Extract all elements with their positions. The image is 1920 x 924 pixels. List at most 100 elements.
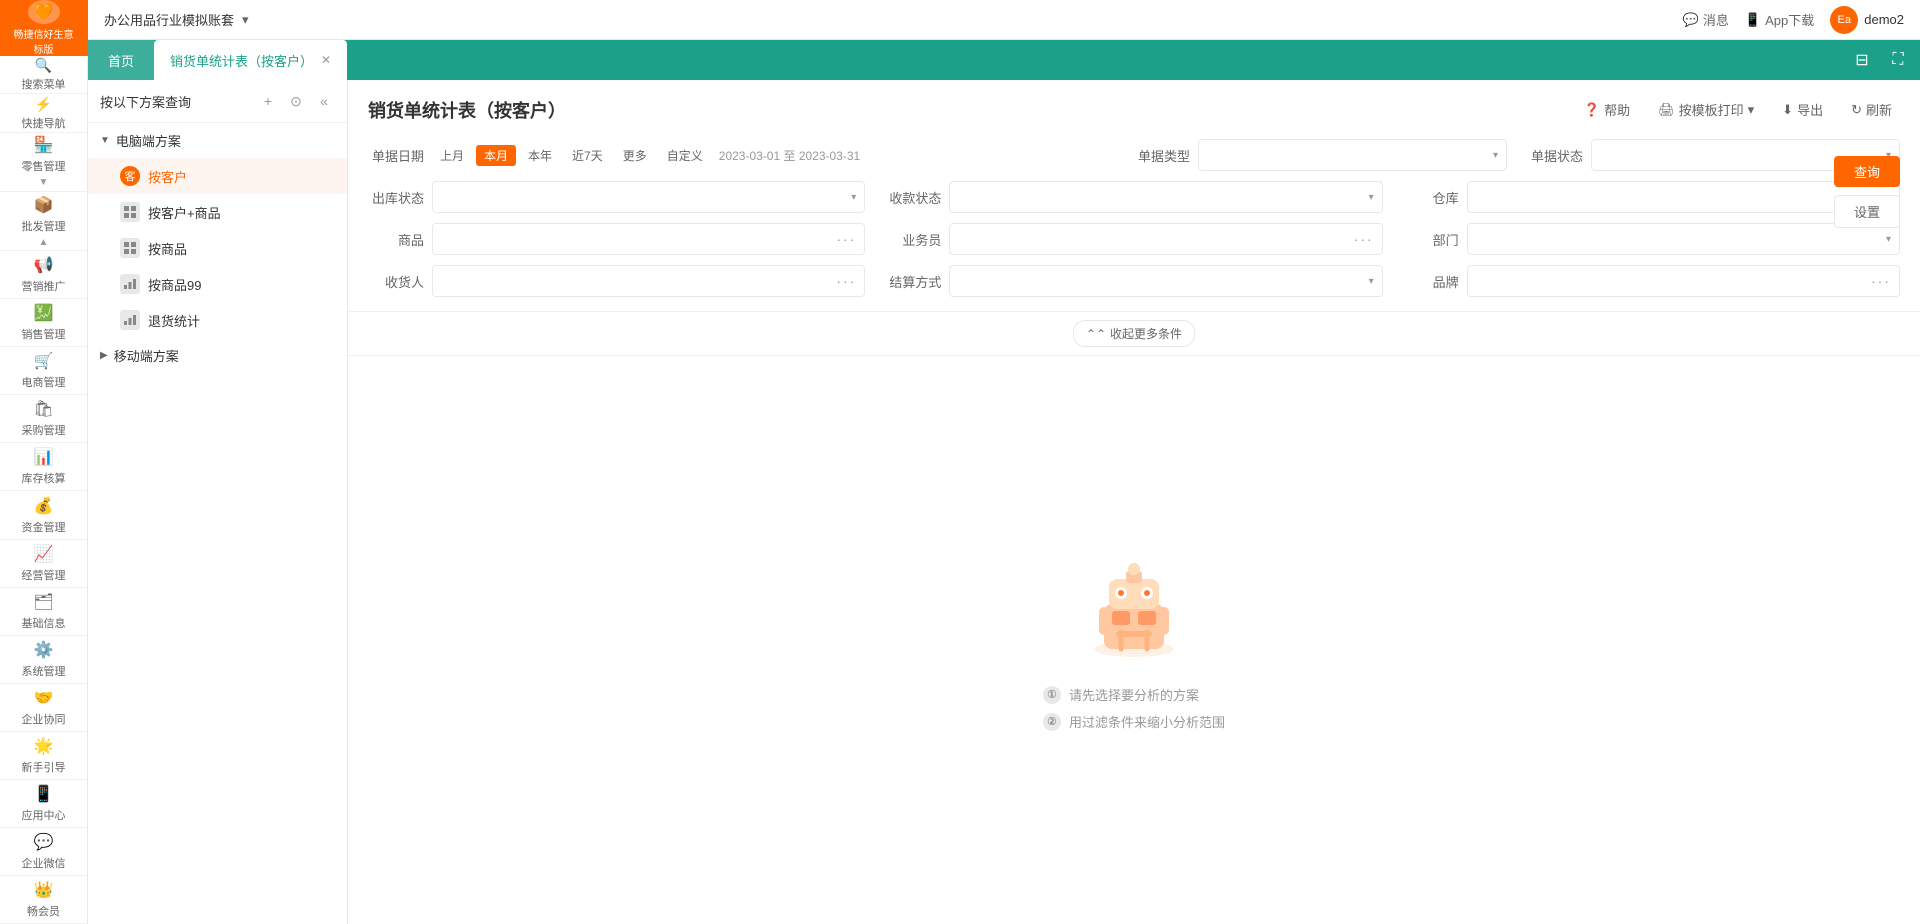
wechat-label: 企业微信 [22, 855, 66, 871]
sidebar-item-member[interactable]: 👑 畅会员 [0, 876, 88, 924]
goods-control[interactable]: ··· [432, 223, 865, 255]
refresh-label: 刷新 [1866, 100, 1892, 119]
scheme-group-pc-header[interactable]: ▼ 电脑端方案 [88, 123, 347, 158]
ecommerce-label: 电商管理 [22, 374, 66, 390]
export-icon: ⬇ [1782, 102, 1793, 118]
sidebar-item-base[interactable]: 🗂 基础信息 [0, 588, 88, 636]
wholesale-label: 批发管理 [22, 218, 66, 234]
salesperson-label: 业务员 [885, 230, 941, 249]
wholesale-icon: 📦 [34, 195, 54, 215]
tab-maximize-button[interactable]: ⛶ [1884, 46, 1912, 74]
app-logo[interactable]: 🧡 畅捷信好生意 标版 [0, 0, 88, 56]
sidebar-item-operations[interactable]: 📈 经营管理 [0, 540, 88, 588]
collapse-scheme-button[interactable]: « [313, 90, 335, 112]
sidebar-quick-nav[interactable]: ⚡ 快捷导航 [0, 94, 88, 132]
content-area: 按以下方案查询 + ⊙ « ▼ 电脑端方案 [88, 80, 1920, 924]
scheme-item-by-customer-goods[interactable]: 按客户+商品 [88, 194, 347, 230]
query-button[interactable]: 查询 [1834, 156, 1900, 187]
sidebar-item-cooperation[interactable]: 🤝 企业协同 [0, 684, 88, 732]
tab-sales-stat[interactable]: 销货单统计表（按客户） ✕ [154, 40, 347, 80]
by-customer-label: 按客户 [148, 167, 187, 186]
add-scheme-button[interactable]: + [257, 90, 279, 112]
receipt-status-control[interactable]: ▾ [949, 181, 1382, 213]
brand-control[interactable]: ··· [1467, 265, 1900, 297]
purchase-label: 采购管理 [22, 422, 66, 438]
sidebar-item-inventory[interactable]: 📊 库存核算 [0, 443, 88, 491]
brand-label: 品牌 [1403, 272, 1459, 291]
sidebar-search[interactable]: 🔍 搜索菜单 [0, 56, 88, 94]
sidebar-item-wechat[interactable]: 💬 企业微信 [0, 828, 88, 876]
sidebar-item-ecommerce[interactable]: 🛒 电商管理 [0, 347, 88, 395]
scheme-panel-actions: + ⊙ « [257, 90, 335, 112]
add-icon: + [264, 93, 272, 109]
sidebar-item-retail[interactable]: 🏪 零售管理 ▼ [0, 133, 88, 192]
date-tab-last-month[interactable]: 上月 [432, 145, 472, 166]
export-button[interactable]: ⬇ 导出 [1774, 96, 1831, 123]
tab-close-icon[interactable]: ✕ [321, 53, 331, 67]
message-button[interactable]: 💬 消息 [1683, 10, 1729, 29]
help-icon: ❓ [1584, 102, 1600, 118]
date-tab-more[interactable]: 更多 [615, 145, 655, 166]
settings-scheme-button[interactable]: ⊙ [285, 90, 307, 112]
order-type-control[interactable]: ▾ [1198, 139, 1507, 171]
sidebar-item-sales[interactable]: 💹 销售管理 [0, 299, 88, 347]
by-goods99-label: 按商品99 [148, 275, 201, 294]
settlement-control[interactable]: ▾ [949, 265, 1382, 297]
date-tab-7days[interactable]: 近7天 [564, 145, 611, 166]
collapse-more-button[interactable]: ⌃⌃ 收起更多条件 [1073, 320, 1195, 347]
avatar-text: Ea [1838, 14, 1851, 26]
settings-button[interactable]: 设置 [1834, 195, 1900, 228]
app-download-button[interactable]: 📱 App下载 [1745, 10, 1814, 29]
tab-minimize-button[interactable]: ⊟ [1848, 46, 1876, 74]
user-area[interactable]: Ea demo2 [1830, 6, 1904, 34]
sales-label: 销售管理 [22, 326, 66, 342]
pc-group-arrow-icon: ▼ [100, 135, 110, 146]
maximize-icon: ⛶ [1892, 51, 1903, 69]
scheme-group-mobile-header[interactable]: ▶ 移动端方案 [88, 338, 347, 373]
tabbar-actions: ⊟ ⛶ [1848, 46, 1920, 74]
help-button[interactable]: ❓ 帮助 [1576, 96, 1638, 123]
filter-row-2: 出库状态 ▾ 收款状态 ▾ 仓库 [368, 181, 1900, 213]
tab-home[interactable]: 首页 [88, 40, 154, 80]
sidebar-item-system[interactable]: ⚙️ 系统管理 [0, 636, 88, 684]
topbar-dropdown-icon[interactable]: ▾ [242, 12, 249, 28]
scheme-item-by-goods99[interactable]: 按商品99 [88, 266, 347, 302]
sidebar-item-purchase[interactable]: 🛍 采购管理 [0, 395, 88, 443]
main-area: 办公用品行业模拟账套 ▾ 💬 消息 📱 App下载 Ea demo2 首页 [88, 0, 1920, 924]
date-tabs: 上月 本月 本年 近7天 更多 自定义 [432, 145, 711, 166]
scheme-item-by-customer[interactable]: 客 按客户 [88, 158, 347, 194]
out-status-control[interactable]: ▾ [432, 181, 865, 213]
sidebar-item-marketing[interactable]: 📢 营销推广 [0, 251, 88, 299]
nav-label: 快捷导航 [22, 115, 66, 131]
sidebar-item-newguide[interactable]: 🌟 新手引导 [0, 732, 88, 780]
search-label: 搜索菜单 [22, 76, 66, 92]
consignee-control[interactable]: ··· [432, 265, 865, 297]
operations-icon: 📈 [34, 544, 54, 564]
system-label: 系统管理 [22, 663, 66, 679]
filter-out-status: 出库状态 ▾ [368, 181, 865, 213]
refresh-button[interactable]: ↻ 刷新 [1843, 96, 1900, 123]
order-type-label: 单据类型 [1134, 146, 1190, 165]
print-label: 按模板打印 [1679, 100, 1744, 119]
sidebar-item-finance[interactable]: 💰 资金管理 [0, 491, 88, 539]
print-button[interactable]: 🖨 按模板打印 ▾ [1650, 96, 1762, 123]
download-icon: 📱 [1745, 12, 1761, 28]
date-tab-custom[interactable]: 自定义 [659, 145, 711, 166]
tip-num-1: ① [1043, 686, 1061, 704]
date-tab-this-year[interactable]: 本年 [520, 145, 560, 166]
minimize-icon: ⊟ [1855, 50, 1868, 70]
scheme-item-return-stat[interactable]: 退货统计 [88, 302, 347, 338]
sidebar-item-apps[interactable]: 📱 应用中心 [0, 780, 88, 828]
date-tab-this-month[interactable]: 本月 [476, 145, 516, 166]
warehouse-label: 仓库 [1403, 188, 1459, 207]
topbar: 办公用品行业模拟账套 ▾ 💬 消息 📱 App下载 Ea demo2 [88, 0, 1920, 40]
sidebar-item-wholesale[interactable]: 📦 批发管理 ▲ [0, 192, 88, 251]
sales-icon: 💹 [34, 303, 54, 323]
salesperson-control[interactable]: ··· [949, 223, 1382, 255]
scheme-item-by-goods[interactable]: 按商品 [88, 230, 347, 266]
marketing-label: 营销推广 [22, 278, 66, 294]
scheme-panel-title: 按以下方案查询 [100, 92, 191, 111]
pc-group-title: 电脑端方案 [116, 131, 181, 150]
mobile-group-arrow-icon: ▶ [100, 350, 108, 361]
topbar-title: 办公用品行业模拟账套 [104, 10, 234, 29]
